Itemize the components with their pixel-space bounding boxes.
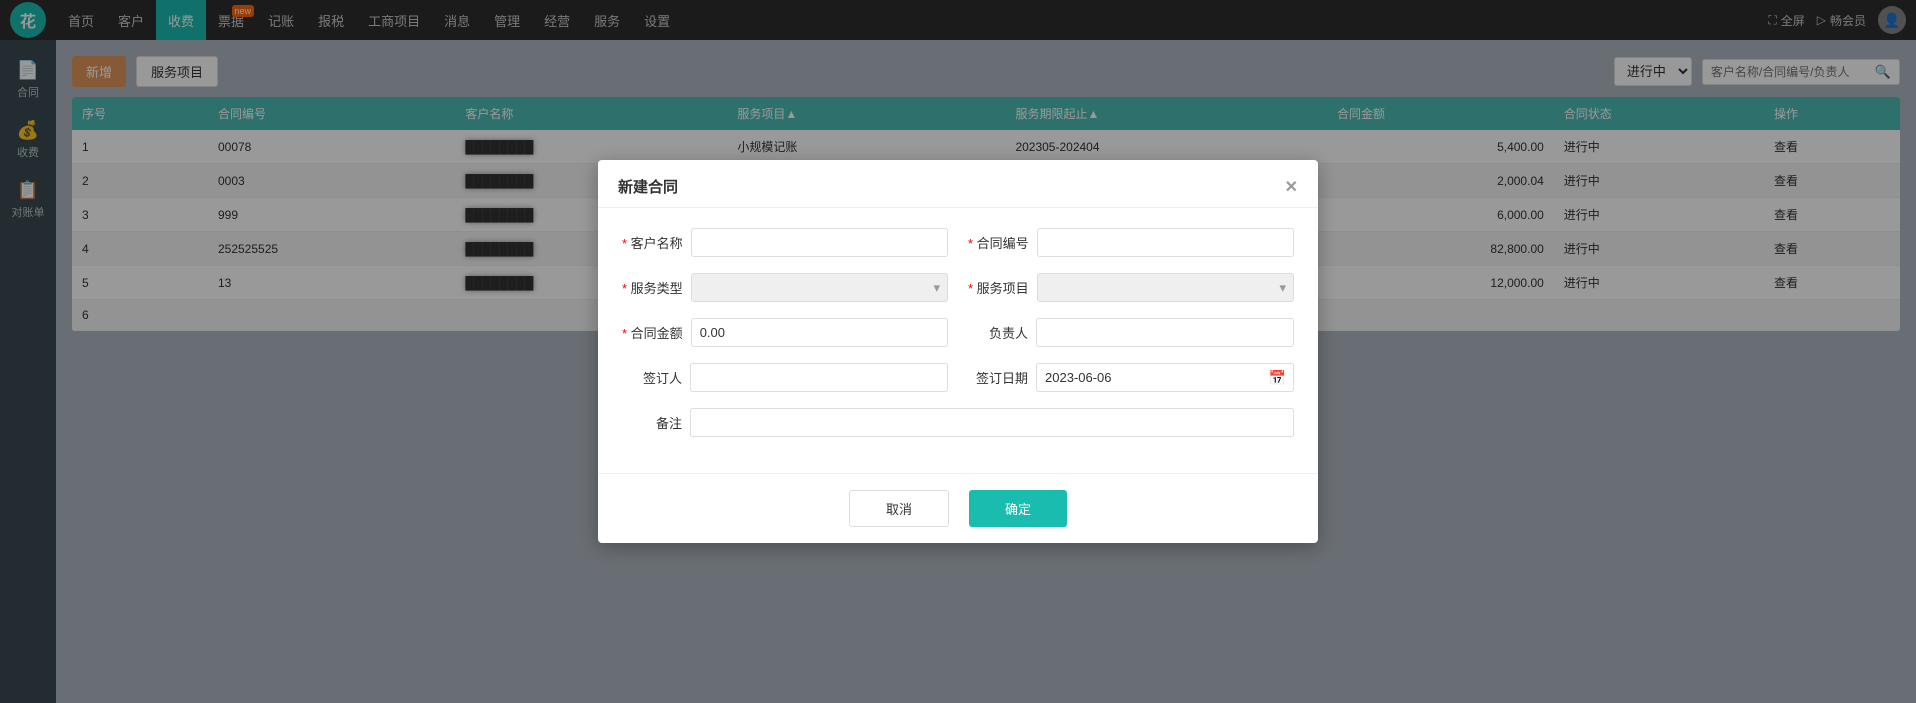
customer-name-input[interactable] [691,228,948,257]
modal-body: 客户名称 合同编号 服务类型 [598,208,1318,473]
form-group-customer: 客户名称 [622,228,948,257]
modal-title: 新建合同 [618,176,678,197]
service-type-label: 服务类型 [622,278,683,297]
contract-amount-input[interactable] [691,318,948,347]
form-group-amount: 合同金额 [622,318,948,347]
form-group-service-item: 服务项目 [968,273,1294,302]
form-group-responsible: 负责人 [968,318,1294,347]
confirm-button[interactable]: 确定 [969,490,1067,527]
form-row-4: 签订人 签订日期 📅 [622,363,1294,392]
form-group-sign-date: 签订日期 📅 [968,363,1294,392]
service-item-label: 服务项目 [968,278,1029,297]
notes-input[interactable] [690,408,1294,437]
responsible-input[interactable] [1036,318,1294,347]
cancel-button[interactable]: 取消 [849,490,949,527]
service-type-select[interactable] [691,273,948,302]
sign-date-input[interactable] [1036,363,1294,392]
signer-label: 签订人 [622,368,682,387]
form-group-service-type: 服务类型 [622,273,948,302]
service-type-wrapper [691,273,948,302]
signer-input[interactable] [690,363,948,392]
form-row-5: 备注 [622,408,1294,437]
contract-no-label: 合同编号 [968,233,1029,252]
form-group-signer: 签订人 [622,363,948,392]
modal-overlay: 新建合同 ✕ 客户名称 合同编号 服务类型 [0,0,1916,703]
form-row-2: 服务类型 服务项目 [622,273,1294,302]
form-group-contract-no: 合同编号 [968,228,1294,257]
contract-no-input[interactable] [1037,228,1294,257]
customer-name-label: 客户名称 [622,233,683,252]
form-group-notes: 备注 [622,408,1294,437]
form-row-3: 合同金额 负责人 [622,318,1294,347]
responsible-label: 负责人 [968,323,1028,342]
service-item-select[interactable] [1037,273,1294,302]
new-contract-modal: 新建合同 ✕ 客户名称 合同编号 服务类型 [598,160,1318,543]
modal-close-button[interactable]: ✕ [1285,177,1298,197]
sign-date-label: 签订日期 [968,368,1028,387]
sign-date-wrapper: 📅 [1036,363,1294,392]
service-item-wrapper [1037,273,1294,302]
form-row-1: 客户名称 合同编号 [622,228,1294,257]
contract-amount-label: 合同金额 [622,323,683,342]
notes-label: 备注 [622,413,682,432]
calendar-icon[interactable]: 📅 [1269,369,1286,386]
modal-footer: 取消 确定 [598,473,1318,543]
modal-header: 新建合同 ✕ [598,160,1318,208]
